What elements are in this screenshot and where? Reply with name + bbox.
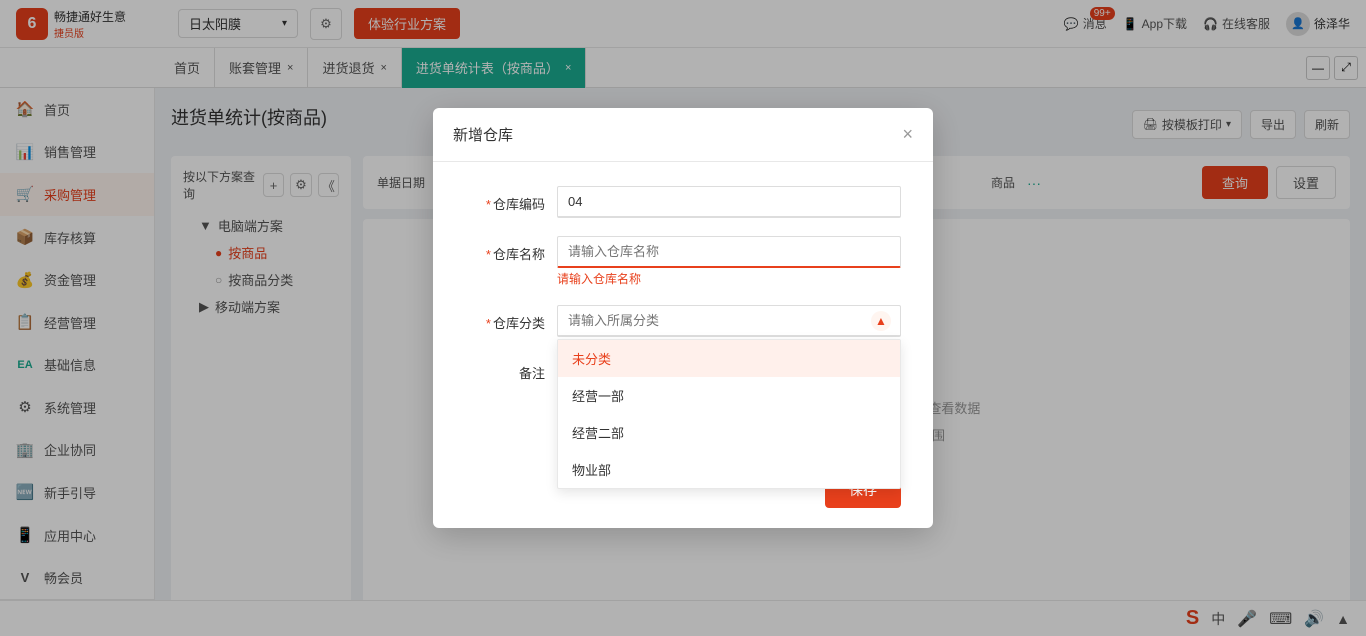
modal-body: *仓库编码 *仓库名称 请输入仓库名称 *仓库分类 xyxy=(433,162,933,460)
modal-close-button[interactable]: × xyxy=(902,124,913,145)
modal-title: 新增仓库 xyxy=(453,124,513,145)
warehouse-name-row: *仓库名称 请输入仓库名称 xyxy=(465,236,901,287)
warehouse-code-label: *仓库编码 xyxy=(465,186,545,213)
dropdown-item-uncategorized[interactable]: 未分类 xyxy=(558,340,900,377)
warehouse-category-label: *仓库分类 xyxy=(465,305,545,332)
category-dropdown-toggle[interactable]: ▲ xyxy=(871,311,891,331)
warehouse-category-wrapper: ▲ 未分类 经营一部 经营二部 物业部 xyxy=(557,305,901,337)
modal-header: 新增仓库 × xyxy=(433,108,933,162)
remark-label: 备注 xyxy=(465,355,545,382)
new-warehouse-modal: 新增仓库 × *仓库编码 *仓库名称 请输入仓库名称 xyxy=(433,108,933,528)
warehouse-code-wrapper xyxy=(557,186,901,218)
warehouse-category-input[interactable] xyxy=(557,305,901,337)
dropdown-item-dept2[interactable]: 经营二部 xyxy=(558,414,900,451)
warehouse-name-wrapper: 请输入仓库名称 xyxy=(557,236,901,287)
warehouse-code-row: *仓库编码 xyxy=(465,186,901,218)
warehouse-code-input[interactable] xyxy=(557,186,901,218)
warehouse-name-error: 请输入仓库名称 xyxy=(557,270,901,287)
modal-overlay: 新增仓库 × *仓库编码 *仓库名称 请输入仓库名称 xyxy=(0,0,1366,636)
dropdown-item-dept3[interactable]: 物业部 xyxy=(558,451,900,488)
category-dropdown-list: 未分类 经营一部 经营二部 物业部 xyxy=(557,339,901,489)
dropdown-item-dept1[interactable]: 经营一部 xyxy=(558,377,900,414)
warehouse-name-label: *仓库名称 xyxy=(465,236,545,263)
warehouse-name-input[interactable] xyxy=(557,236,901,268)
warehouse-category-row: *仓库分类 ▲ 未分类 经营一部 经营二部 物业部 xyxy=(465,305,901,337)
